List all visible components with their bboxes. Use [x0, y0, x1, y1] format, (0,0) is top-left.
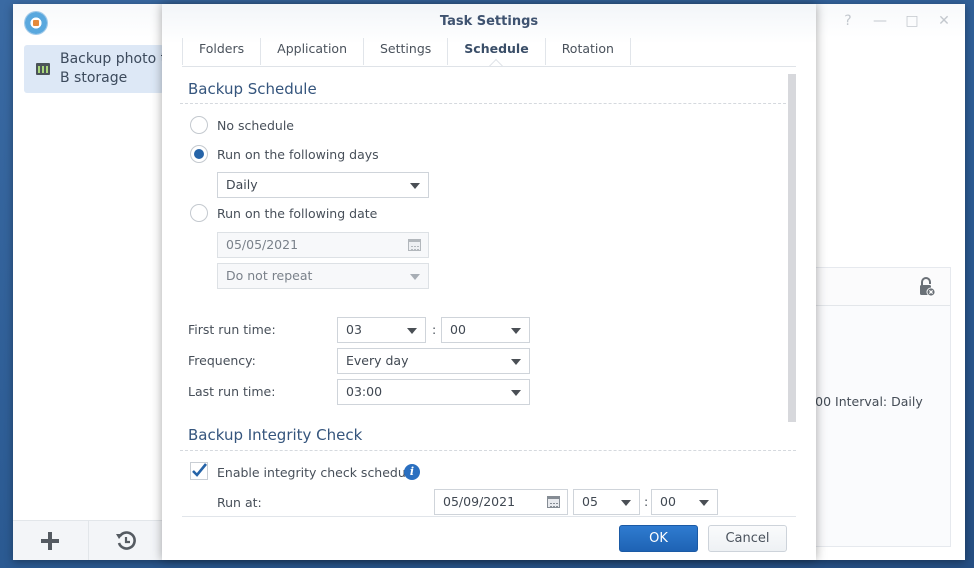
window-controls: ? — □ ✕: [839, 12, 953, 30]
details-header: [803, 268, 950, 306]
task-details-panel: 3:00 Interval: Daily: [803, 267, 951, 547]
integrity-hour-select[interactable]: 05: [573, 489, 640, 515]
last-run-time-select[interactable]: 03:00: [337, 379, 530, 405]
task-list-item[interactable]: Backup photo t B storage: [24, 45, 164, 93]
frequency-select[interactable]: Every day: [337, 348, 530, 374]
calendar-icon[interactable]: [547, 496, 560, 508]
time-separator: :: [432, 322, 437, 337]
run-following-days-radio[interactable]: [190, 145, 208, 163]
tab-schedule[interactable]: Schedule: [447, 38, 544, 65]
task-settings-dialog: Task Settings Folders Application Settin…: [162, 4, 816, 560]
integrity-date-input[interactable]: 05/09/2021: [434, 489, 568, 515]
chevron-down-icon: [511, 328, 521, 334]
run-at-label: Run at:: [217, 495, 262, 510]
ok-button[interactable]: OK: [619, 525, 698, 552]
task-label: Backup photo t B storage: [60, 51, 164, 86]
chevron-down-icon: [410, 183, 420, 189]
cancel-button[interactable]: Cancel: [708, 525, 787, 552]
schedule-summary-text: 3:00 Interval: Daily: [803, 394, 923, 409]
enable-integrity-check-checkbox[interactable]: [190, 462, 208, 480]
integrity-check-heading: Backup Integrity Check: [188, 426, 363, 444]
section-divider: [180, 450, 796, 451]
plus-icon: [41, 531, 60, 550]
storage-device-icon: [36, 63, 50, 75]
dialog-header: Task Settings Folders Application Settin…: [162, 4, 816, 70]
minimize-button[interactable]: —: [871, 12, 889, 30]
backup-schedule-heading: Backup Schedule: [188, 80, 317, 98]
date-input[interactable]: 05/05/2021: [217, 232, 429, 258]
frequency-label: Frequency:: [188, 353, 256, 368]
hyper-backup-app-icon: [25, 12, 47, 34]
time-separator: :: [644, 494, 649, 509]
unlock-user-icon[interactable]: [918, 277, 936, 297]
first-run-minute-select[interactable]: 00: [441, 317, 530, 343]
add-task-button[interactable]: [13, 521, 88, 560]
run-following-days-label: Run on the following days: [217, 147, 379, 162]
help-button[interactable]: ?: [839, 12, 857, 30]
chevron-down-icon: [621, 500, 631, 506]
tab-divider: [182, 66, 796, 67]
tab-bar: Folders Application Settings Schedule Ro…: [182, 38, 631, 65]
maximize-button[interactable]: □: [903, 12, 921, 30]
close-button[interactable]: ✕: [935, 12, 953, 30]
chevron-down-icon: [407, 328, 417, 334]
dialog-title: Task Settings: [439, 14, 539, 29]
restore-button[interactable]: [87, 521, 164, 560]
tab-settings[interactable]: Settings: [363, 38, 447, 65]
tab-rotation[interactable]: Rotation: [544, 38, 631, 65]
enable-integrity-check-label: Enable integrity check schedule: [217, 465, 417, 480]
chevron-down-icon: [511, 390, 521, 396]
run-following-date-radio[interactable]: [190, 204, 208, 222]
schedule-tab-content: Backup Schedule No schedule Run on the f…: [180, 72, 796, 518]
no-schedule-radio[interactable]: [190, 116, 208, 134]
scrollbar[interactable]: [788, 74, 796, 422]
first-run-time-label: First run time:: [188, 322, 276, 337]
tab-folders[interactable]: Folders: [182, 38, 260, 65]
calendar-icon[interactable]: [408, 239, 421, 251]
history-icon: [115, 530, 136, 550]
days-select[interactable]: Daily: [217, 172, 429, 198]
task-list-toolbar: [13, 520, 163, 560]
chevron-down-icon: [699, 500, 709, 506]
info-icon[interactable]: i: [404, 464, 420, 480]
run-following-date-label: Run on the following date: [217, 206, 378, 221]
task-list-panel: Backup photo t B storage: [13, 38, 164, 560]
chevron-down-icon: [511, 359, 521, 365]
repeat-select[interactable]: Do not repeat: [217, 263, 429, 289]
first-run-hour-select[interactable]: 03: [337, 317, 426, 343]
section-divider: [180, 103, 796, 104]
integrity-minute-select[interactable]: 00: [651, 489, 718, 515]
dialog-footer: OK Cancel: [182, 516, 796, 560]
chevron-down-icon: [410, 274, 420, 280]
last-run-time-label: Last run time:: [188, 384, 276, 399]
no-schedule-label: No schedule: [217, 118, 294, 133]
tab-application[interactable]: Application: [260, 38, 363, 65]
